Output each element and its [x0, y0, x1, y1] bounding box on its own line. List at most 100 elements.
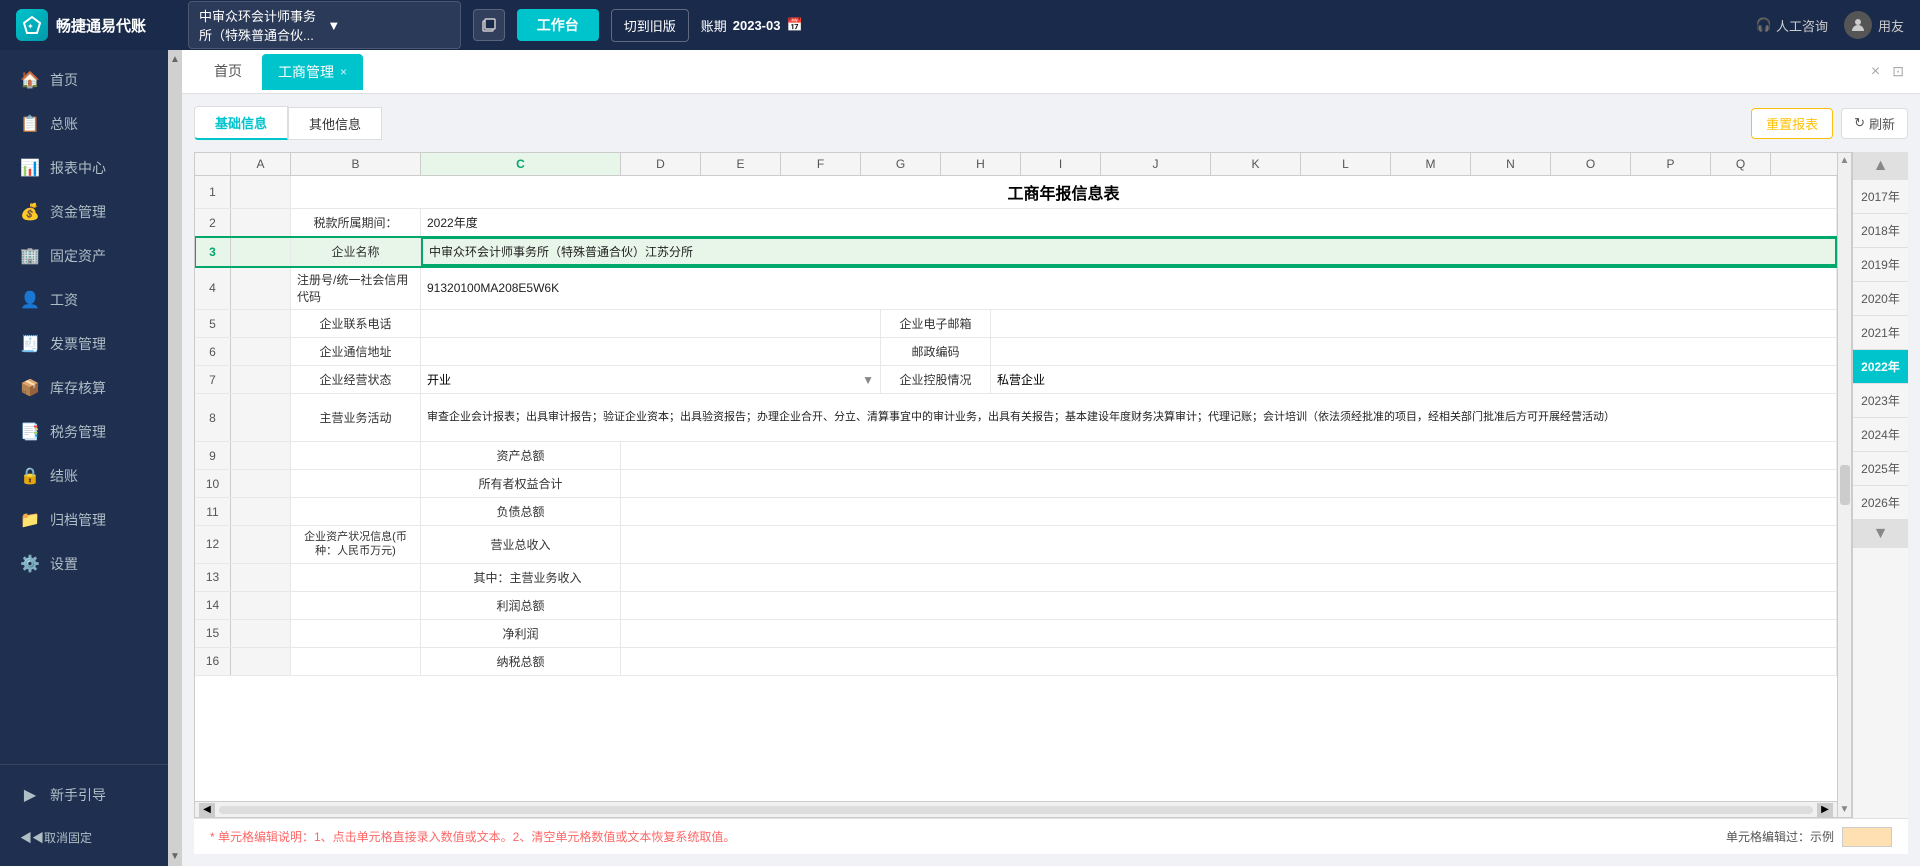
year-panel-down[interactable]: ▼	[1853, 520, 1908, 548]
col-header-b[interactable]: B	[291, 153, 421, 175]
col-header-c[interactable]: C	[421, 153, 621, 175]
data-cell[interactable]	[621, 442, 1837, 469]
tab-expand-icon[interactable]: ⊡	[1892, 63, 1904, 80]
year-item-2026[interactable]: 2026年	[1853, 486, 1908, 520]
calendar-icon[interactable]: 📅	[786, 17, 802, 33]
year-item-2023[interactable]: 2023年	[1853, 384, 1908, 418]
sidebar-item-home[interactable]: 🏠 首页	[0, 58, 168, 102]
sidebar-item-guide[interactable]: ▶ 新手引导	[0, 773, 168, 817]
workbench-button[interactable]: 工作台	[517, 9, 599, 41]
year-item-2018[interactable]: 2018年	[1853, 214, 1908, 248]
sidebar-item-salary[interactable]: 👤 工资	[0, 278, 168, 322]
data-cell[interactable]	[991, 338, 1837, 365]
sidebar-item-ledger[interactable]: 📋 总账	[0, 102, 168, 146]
service-button[interactable]: 🎧 人工咨询	[1756, 16, 1828, 35]
year-panel-up[interactable]: ▲	[1853, 152, 1908, 180]
data-cell[interactable]	[621, 526, 1837, 563]
data-cell[interactable]	[621, 592, 1837, 619]
data-cell[interactable]	[231, 209, 291, 236]
data-cell[interactable]	[231, 526, 291, 563]
col-header-k[interactable]: K	[1211, 153, 1301, 175]
data-cell[interactable]	[231, 237, 291, 266]
data-cell[interactable]	[621, 648, 1837, 675]
data-cell[interactable]	[621, 470, 1837, 497]
col-header-g[interactable]: G	[861, 153, 941, 175]
data-cell[interactable]	[231, 176, 291, 208]
tab-close-button[interactable]: ×	[340, 65, 347, 79]
data-cell[interactable]	[231, 394, 291, 441]
copy-button[interactable]	[473, 9, 505, 41]
data-cell[interactable]	[231, 310, 291, 337]
col-header-h[interactable]: H	[941, 153, 1021, 175]
scroll-track[interactable]	[219, 806, 1813, 814]
col-header-p[interactable]: P	[1631, 153, 1711, 175]
refresh-button[interactable]: ↻ 刷新	[1841, 108, 1908, 139]
data-cell[interactable]: 私营企业	[991, 366, 1837, 393]
sidebar-item-settings[interactable]: ⚙️ 设置	[0, 542, 168, 586]
data-cell[interactable]	[231, 592, 291, 619]
data-cell[interactable]	[621, 620, 1837, 647]
col-header-o[interactable]: O	[1551, 153, 1631, 175]
year-item-2020[interactable]: 2020年	[1853, 282, 1908, 316]
reset-button[interactable]: 重置报表	[1751, 108, 1833, 139]
col-header-j[interactable]: J	[1101, 153, 1211, 175]
sidebar-item-tax[interactable]: 📑 税务管理	[0, 410, 168, 454]
company-name-cell[interactable]: 中审众环会计师事务所（特殊普通合伙）江苏分所	[421, 237, 1837, 266]
sidebar-item-inventory[interactable]: 📦 库存核算	[0, 366, 168, 410]
col-header-i[interactable]: I	[1021, 153, 1101, 175]
scroll-left-button[interactable]: ◀	[199, 803, 215, 817]
tab-home[interactable]: 首页	[198, 53, 258, 91]
sidebar-scroll[interactable]: ▲ ▼	[168, 50, 182, 866]
data-cell[interactable]	[991, 310, 1837, 337]
col-header-a[interactable]: A	[231, 153, 291, 175]
sidebar-item-asset[interactable]: 🏢 固定资产	[0, 234, 168, 278]
data-cell[interactable]	[231, 366, 291, 393]
horizontal-scrollbar[interactable]: ◀ ▶	[195, 801, 1837, 817]
data-cell[interactable]	[231, 470, 291, 497]
company-selector[interactable]: 中审众环会计师事务所（特殊普通合伙... ▼	[188, 1, 461, 49]
vertical-scrollbar[interactable]: ▲ ▼	[1837, 153, 1851, 817]
scroll-down-button[interactable]: ▼	[1840, 804, 1850, 815]
user-area[interactable]: 用友	[1844, 11, 1904, 39]
col-header-d[interactable]: D	[621, 153, 701, 175]
year-item-2019[interactable]: 2019年	[1853, 248, 1908, 282]
switch-version-button[interactable]: 切到旧版	[611, 9, 689, 42]
col-header-f[interactable]: F	[781, 153, 861, 175]
sidebar-item-invoice[interactable]: 🧾 发票管理	[0, 322, 168, 366]
sidebar-scroll-down[interactable]: ▼	[170, 851, 180, 862]
col-header-m[interactable]: M	[1391, 153, 1471, 175]
sidebar-item-closing[interactable]: 🔒 结账	[0, 454, 168, 498]
sub-tab-other[interactable]: 其他信息	[288, 107, 382, 140]
data-cell[interactable]: 91320100MA208E5W6K	[421, 267, 1837, 309]
data-cell[interactable]: 开业 ▼	[421, 366, 881, 393]
scroll-right-button[interactable]: ▶	[1817, 803, 1833, 817]
data-cell[interactable]	[231, 564, 291, 591]
col-header-e[interactable]: E	[701, 153, 781, 175]
col-header-n[interactable]: N	[1471, 153, 1551, 175]
sub-tab-basic[interactable]: 基础信息	[194, 106, 288, 140]
data-cell[interactable]	[621, 564, 1837, 591]
year-item-2017[interactable]: 2017年	[1853, 180, 1908, 214]
tab-active[interactable]: 工商管理 ×	[262, 54, 363, 90]
data-cell[interactable]	[231, 267, 291, 309]
data-cell[interactable]: 审查企业会计报表；出具审计报告；验证企业资本；出具验资报告；办理企业合开、分立、…	[421, 394, 1837, 441]
sidebar-item-archive[interactable]: 📁 归档管理	[0, 498, 168, 542]
data-cell[interactable]: 税款所属期间：	[291, 209, 421, 236]
year-item-2025[interactable]: 2025年	[1853, 452, 1908, 486]
data-cell[interactable]	[231, 338, 291, 365]
year-item-2024[interactable]: 2024年	[1853, 418, 1908, 452]
year-item-2021[interactable]: 2021年	[1853, 316, 1908, 350]
data-cell[interactable]: 企业名称	[291, 237, 421, 266]
data-cell[interactable]	[421, 338, 881, 365]
data-cell[interactable]	[231, 620, 291, 647]
data-cell[interactable]: 2022年度	[421, 209, 1837, 236]
sidebar-scroll-up[interactable]: ▲	[170, 54, 180, 65]
scroll-up-button[interactable]: ▲	[1840, 155, 1850, 166]
col-header-q[interactable]: Q	[1711, 153, 1771, 175]
col-header-l[interactable]: L	[1301, 153, 1391, 175]
data-cell[interactable]	[231, 498, 291, 525]
sidebar-item-report[interactable]: 📊 报表中心	[0, 146, 168, 190]
sidebar-item-cancel-fixed[interactable]: ◀◀取消固定	[0, 817, 168, 858]
year-item-2022[interactable]: 2022年	[1853, 350, 1908, 384]
data-cell[interactable]	[621, 498, 1837, 525]
